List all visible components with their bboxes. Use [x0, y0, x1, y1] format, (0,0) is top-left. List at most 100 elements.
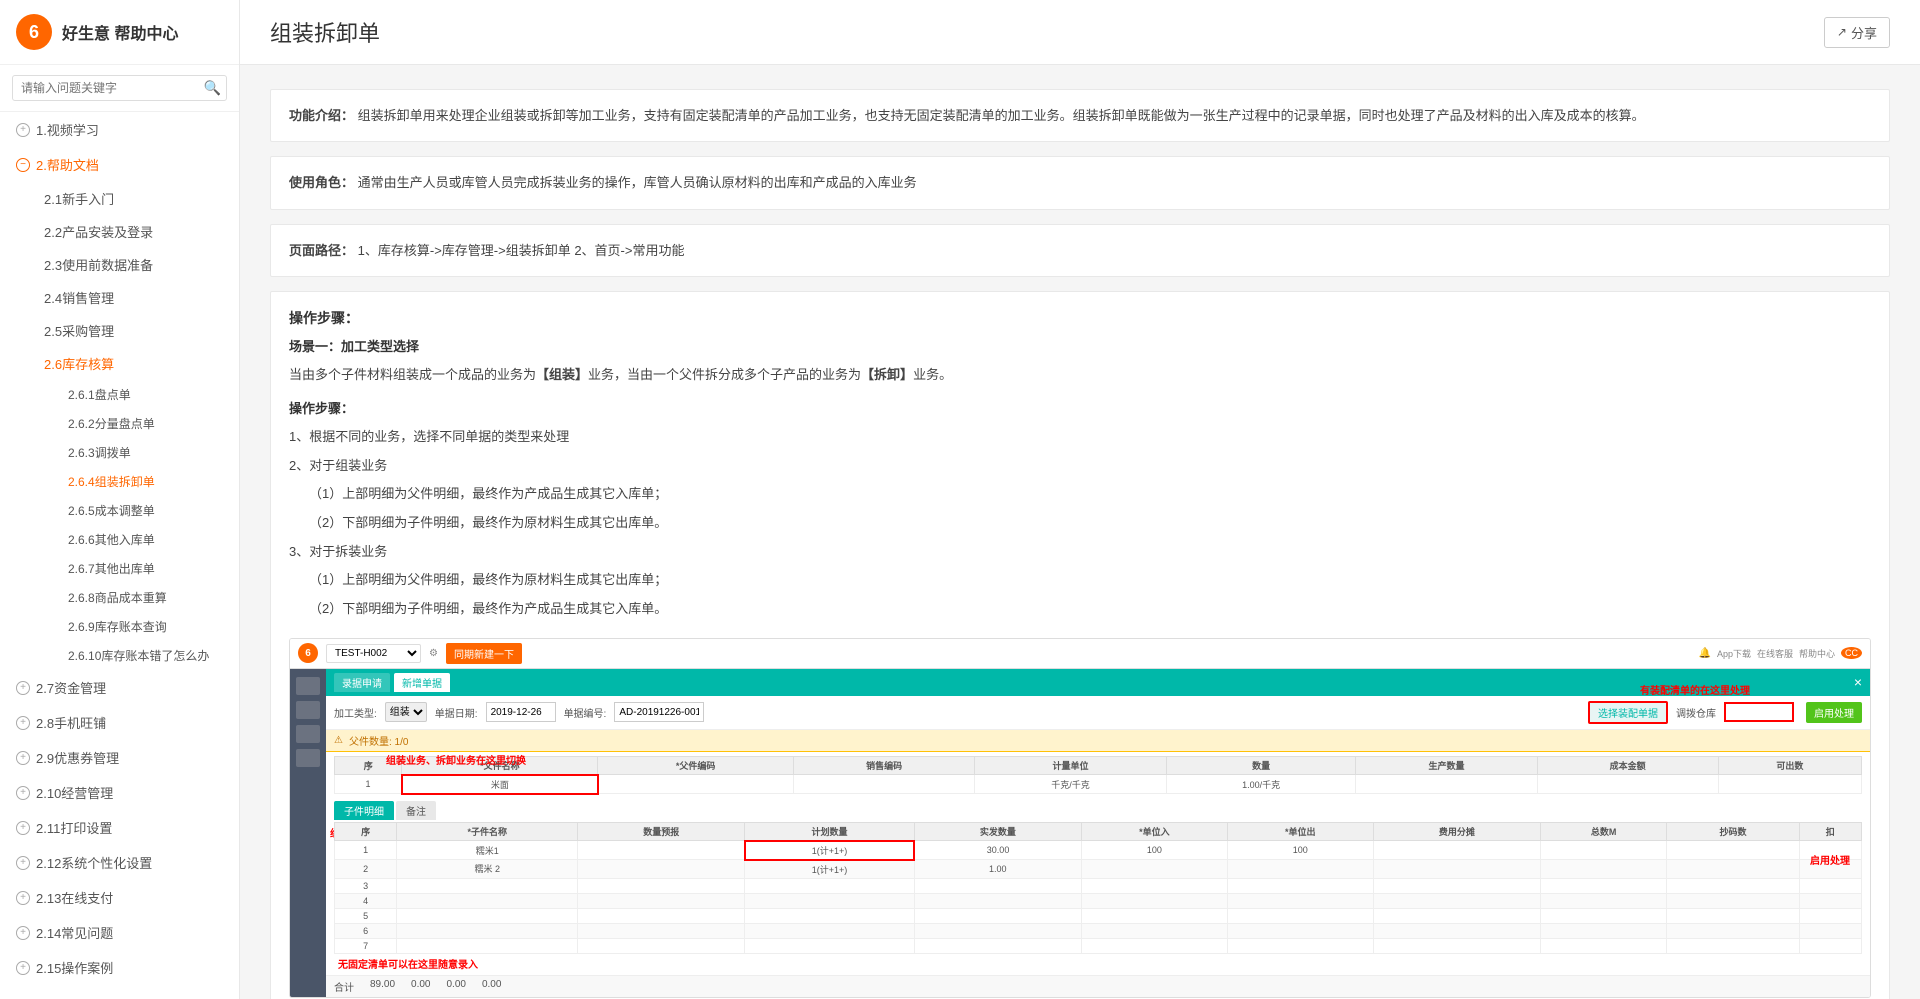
path-label: 页面路径： [289, 243, 354, 258]
sub-sub-nav-inventory: 2.6.1盘点单 2.6.2分量盘点单 2.6.3调拨单 2.6.4组装拆卸单 … [36, 380, 239, 670]
sidebar-item-other-out[interactable]: 2.6.7其他出库单 [52, 554, 239, 583]
sidebar-item-coupon[interactable]: + 2.9优惠券管理 [0, 740, 239, 775]
mock-bth-unit-in: *单位入 [1081, 822, 1227, 841]
mock-no-input[interactable] [614, 702, 704, 722]
mock-left-sidebar [290, 669, 326, 997]
sidebar-item-print[interactable]: + 2.11打印设置 [0, 810, 239, 845]
mock-tab-list[interactable]: 录据申请 [334, 673, 390, 692]
app-download-icon: App下载 [1717, 647, 1751, 660]
mock-th-cost: 成本金额 [1537, 756, 1718, 775]
mock-close-icon[interactable]: × [1854, 674, 1862, 690]
mock-no-label: 单据编号: [564, 705, 607, 720]
sidebar-item-install[interactable]: 2.2产品安装及登录 [36, 215, 239, 248]
mock-cell-sales-code [794, 775, 975, 794]
sidebar-item-mobile-label: 2.8手机旺铺 [36, 713, 106, 732]
mock-warehouse-input[interactable] [1724, 702, 1794, 722]
mock-form-area: 加工类型: 组装 拆卸 单据日期: 单据编号: 选择装配单据 [326, 696, 1870, 730]
mock-footer-val1: 89.00 [370, 979, 395, 994]
mock-content-body: 录据申请 新增单据 × 加工类型: 组装 拆卸 [290, 669, 1870, 997]
mock-cell-avail [1718, 775, 1861, 794]
mock-modal-header: 录据申请 新增单据 × [326, 669, 1870, 696]
sidebar-item-system[interactable]: + 2.12系统个性化设置 [0, 845, 239, 880]
mock-modal-tabs: 录据申请 新增单据 [334, 673, 450, 692]
mock-type-select[interactable]: 组装 拆卸 [385, 702, 427, 722]
sidebar-item-faq[interactable]: + 2.14常见问题 [0, 915, 239, 950]
sidebar-item-cost-adj[interactable]: 2.6.5成本调整单 [52, 496, 239, 525]
mock-sidebar-icon-2 [296, 701, 320, 719]
sidebar-item-inventory[interactable]: 2.6库存核算 [36, 347, 239, 380]
mock-warehouse-label: 调拨仓库 [1676, 705, 1716, 720]
mock-brow-2: 2糯米 21(计+1+)1.00 [335, 860, 1862, 879]
mock-brow-5: 5 [335, 908, 1862, 923]
mock-type-label: 加工类型: [334, 705, 377, 720]
mock-bth-name: *子件名称 [397, 822, 578, 841]
mock-company-select[interactable]: TEST-H002 [326, 644, 421, 663]
mock-bth-scan: 抄码数 [1667, 822, 1799, 841]
mock-select-assembly-btn[interactable]: 选择装配单据 [1588, 701, 1668, 724]
sidebar-item-cases[interactable]: + 2.15操作案例 [0, 950, 239, 985]
mock-bth-qty-forecast: 数量预报 [578, 822, 745, 841]
sidebar-item-capital[interactable]: + 2.7资金管理 [0, 670, 239, 705]
sidebar-item-purchase[interactable]: 2.5采购管理 [36, 314, 239, 347]
plus-icon-coupon: + [16, 751, 30, 765]
sidebar-item-inventory-ledger[interactable]: 2.6.9库存账本查询 [52, 612, 239, 641]
sidebar-item-beginner[interactable]: 2.1新手入门 [36, 182, 239, 215]
mock-sidebar-icon-3 [296, 725, 320, 743]
mock-bth-discount: 扣 [1799, 822, 1861, 841]
mock-tab-remark[interactable]: 备注 [396, 801, 436, 820]
main-header: 组装拆卸单 ↗ 分享 [240, 0, 1920, 65]
sidebar-item-system-label: 2.12系统个性化设置 [36, 853, 152, 872]
mock-brow-4: 4 [335, 893, 1862, 908]
step-1: 1、根据不同的业务，选择不同单据的类型来处理 2、对于组装业务 （1）上部明细为… [289, 425, 1871, 622]
role-block: 使用角色： 通常由生产人员或库管人员完成拆装业务的操作，库管人员确认原材料的出库… [270, 156, 1890, 209]
mock-brow-1: 1糯米11(计+1+)30.00100100 [335, 841, 1862, 860]
sidebar-item-biz[interactable]: + 2.10经营管理 [0, 775, 239, 810]
sidebar-item-coupon-label: 2.9优惠券管理 [36, 748, 119, 767]
mock-cell-unit: 千克/千克 [975, 775, 1167, 794]
mock-brow-6: 6 [335, 923, 1862, 938]
mock-tab-sub-detail[interactable]: 子件明细 [334, 801, 394, 820]
sidebar-item-stocktake[interactable]: 2.6.1盘点单 [52, 380, 239, 409]
minus-icon: − [16, 158, 30, 172]
sidebar-item-other-in[interactable]: 2.6.6其他入库单 [52, 525, 239, 554]
sidebar-item-split-stocktake[interactable]: 2.6.2分量盘点单 [52, 409, 239, 438]
role-text: 通常由生产人员或库管人员完成拆装业务的操作，库管人员确认原材料的出库和产成品的入… [358, 175, 917, 190]
warning-text: 父件数量: 1/0 [349, 733, 408, 748]
sidebar-item-payment[interactable]: + 2.13在线支付 [0, 880, 239, 915]
sidebar-item-payment-label: 2.13在线支付 [36, 888, 113, 907]
mock-th-avail: 可出数 [1718, 756, 1861, 775]
mock-topbar: 6 TEST-H002 ⚙ 同期新建一下 🔔 App下载 在线客服 帮助中心 [290, 639, 1870, 669]
share-icon: ↗ [1837, 25, 1847, 39]
sidebar-item-video[interactable]: + 1.视频学习 [0, 112, 239, 147]
sidebar-item-ledger-fix[interactable]: 2.6.10库存账本错了怎么办 [52, 641, 239, 670]
service-icon: 在线客服 [1757, 647, 1793, 660]
plus-icon-faq: + [16, 926, 30, 940]
mock-footer-label: 合计 [334, 979, 354, 994]
search-input[interactable] [12, 75, 227, 101]
sidebar-item-docs[interactable]: − 2.帮助文档 [0, 147, 239, 182]
warning-icon: ⚠ [334, 735, 343, 746]
sidebar-item-assembly[interactable]: 2.6.4组装拆卸单 [52, 467, 239, 496]
mock-handle-btn[interactable]: 启用处理 [1806, 702, 1862, 723]
share-label: 分享 [1851, 23, 1877, 42]
annotation-enable-handle: 启用处理 [1810, 852, 1850, 867]
mock-date-input[interactable] [486, 702, 556, 722]
search-button[interactable]: 🔍 [204, 80, 221, 97]
sidebar-item-cost-recalc[interactable]: 2.6.8商品成本重算 [52, 583, 239, 612]
sidebar-item-mobile[interactable]: + 2.8手机旺铺 [0, 705, 239, 740]
mock-warning-bar: ⚠ 父件数量: 1/0 组装业务、拆卸业务在这里切换 [326, 730, 1870, 752]
ops-label: 操作步骤： [289, 308, 1871, 328]
sidebar-header: 6 好生意 帮助中心 [0, 0, 239, 65]
sidebar-item-print-label: 2.11打印设置 [36, 818, 112, 837]
mock-th-parent-code: *父件编码 [598, 756, 794, 775]
sidebar-item-sales[interactable]: 2.4销售管理 [36, 281, 239, 314]
mock-brow-7: 7 [335, 938, 1862, 953]
mock-cell-cost [1537, 775, 1718, 794]
sidebar-item-transfer[interactable]: 2.6.3调拨单 [52, 438, 239, 467]
mock-new-btn[interactable]: 同期新建一下 [446, 643, 522, 664]
content-area: 功能介绍： 组装拆卸单用来处理企业组装或拆卸等加工业务，支持有固定装配清单的产品… [240, 65, 1920, 999]
mock-tab-new[interactable]: 新增单据 [394, 673, 450, 692]
sidebar-item-prepare[interactable]: 2.3使用前数据准备 [36, 248, 239, 281]
mock-bth-seq: 序 [335, 822, 397, 841]
share-button[interactable]: ↗ 分享 [1824, 17, 1890, 48]
